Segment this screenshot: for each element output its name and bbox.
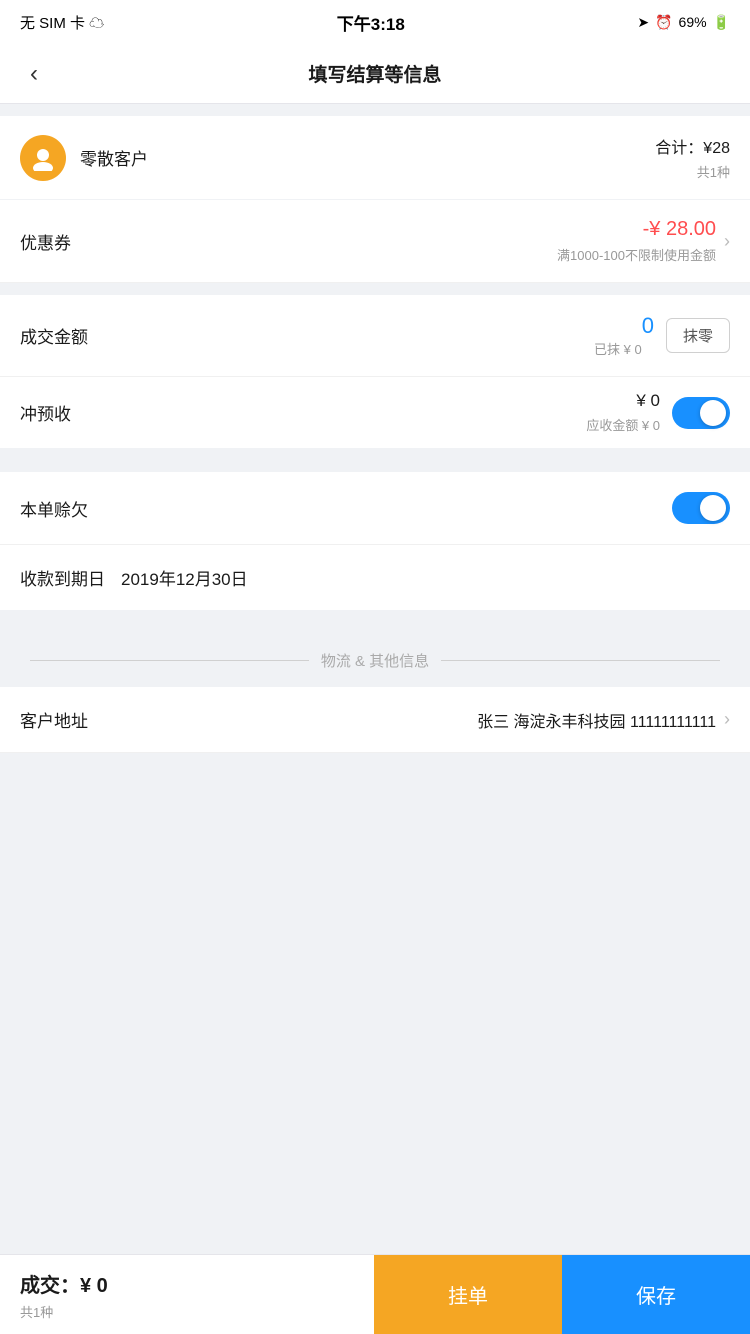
section-divider-2: [0, 448, 750, 460]
coupon-info: -¥ 28.00 满1000-100不限制使用金额: [557, 218, 716, 264]
section-divider-3: [0, 610, 750, 622]
debt-toggle-knob: [700, 495, 726, 521]
bottom-deal-count: 共1种: [20, 1302, 354, 1321]
debt-label: 本单赊欠: [20, 496, 88, 521]
battery-label: 69%: [679, 14, 707, 30]
address-chevron-icon: ›: [724, 709, 730, 730]
due-date-label: 收款到期日: [20, 565, 105, 590]
bottom-deal-value: ¥ 0: [80, 1275, 108, 1297]
toggle-knob: [700, 400, 726, 426]
precollect-row: 冲预收 ¥ 0 应收金额 ¥ 0: [0, 377, 750, 448]
customer-summary: 合计：¥28 共1种: [655, 134, 730, 181]
round-button[interactable]: 抹零: [666, 318, 730, 353]
bottom-info: 成交：¥ 0 共1种: [0, 1269, 374, 1321]
status-left: 无 SIM 卡 ☁: [20, 12, 104, 33]
precollect-label: 冲预收: [20, 400, 71, 425]
transaction-right: 已抹 ¥ 0 抹零: [594, 313, 730, 358]
debt-toggle[interactable]: [672, 492, 730, 524]
precollect-amounts: ¥ 0 应收金额 ¥ 0: [586, 391, 660, 434]
bottom-spacer-area: [0, 753, 750, 953]
bottom-bar: 成交：¥ 0 共1种 挂单 保存: [0, 1254, 750, 1334]
alarm-icon: ⏰: [655, 14, 672, 31]
coupon-label: 优惠券: [20, 229, 71, 254]
customer-card: 零散客户 合计：¥28 共1种: [0, 116, 750, 199]
back-button[interactable]: ‹: [20, 50, 48, 98]
location-icon: ➤: [637, 14, 649, 31]
page-title: 填写结算等信息: [308, 60, 441, 87]
status-right: ➤ ⏰ 69% 🔋: [637, 14, 730, 31]
coupon-right: -¥ 28.00 满1000-100不限制使用金额 ›: [557, 218, 730, 264]
transaction-input[interactable]: [594, 313, 654, 339]
bottom-deal-amount: 成交：¥ 0: [20, 1269, 354, 1298]
transaction-label: 成交金额: [20, 323, 88, 348]
transaction-value-wrapper: 已抹 ¥ 0: [594, 313, 654, 358]
due-date-row: 收款到期日 2019年12月30日: [0, 545, 750, 610]
coupon-description: 满1000-100不限制使用金额: [557, 245, 716, 264]
nav-bar: ‹ 填写结算等信息: [0, 44, 750, 104]
already-wiped-label: 已抹 ¥ 0: [594, 339, 654, 358]
address-row[interactable]: 客户地址 张三 海淀永丰科技园 11111111111 ›: [0, 687, 750, 753]
section-divider-1: [0, 283, 750, 295]
status-time: 下午3:18: [337, 10, 405, 35]
save-button[interactable]: 保存: [562, 1255, 750, 1334]
due-date-value: 2019年12月30日: [121, 565, 248, 590]
transaction-row: 成交金额 已抹 ¥ 0 抹零: [0, 295, 750, 377]
bottom-deal-label: 成交：: [20, 1275, 80, 1297]
chevron-right-icon: ›: [724, 231, 730, 252]
precollect-sub-amount: 应收金额 ¥ 0: [586, 415, 660, 434]
customer-total: 合计：¥28: [655, 134, 730, 158]
battery-icon: 🔋: [713, 14, 730, 31]
logistics-header-line: 物流 & 其他信息: [30, 650, 720, 671]
address-section: 客户地址 张三 海淀永丰科技园 11111111111 ›: [0, 687, 750, 753]
precollect-toggle[interactable]: [672, 397, 730, 429]
customer-count: 共1种: [655, 162, 730, 181]
debt-row: 本单赊欠: [0, 472, 750, 545]
avatar: [20, 135, 66, 181]
no-sim-label: 无 SIM 卡 ☁: [20, 12, 104, 33]
address-value: 张三 海淀永丰科技园 11111111111: [108, 708, 716, 732]
transaction-section: 成交金额 已抹 ¥ 0 抹零 冲预收 ¥ 0 应收金额 ¥ 0: [0, 295, 750, 448]
coupon-row[interactable]: 优惠券 -¥ 28.00 满1000-100不限制使用金额 ›: [0, 200, 750, 283]
precollect-main-amount: ¥ 0: [586, 391, 660, 411]
logistics-header-wrapper: 物流 & 其他信息: [0, 634, 750, 687]
precollect-right: ¥ 0 应收金额 ¥ 0: [586, 391, 730, 434]
customer-info-left: 零散客户: [20, 135, 148, 181]
address-label: 客户地址: [20, 707, 88, 732]
status-bar: 无 SIM 卡 ☁ 下午3:18 ➤ ⏰ 69% 🔋: [0, 0, 750, 44]
hang-button[interactable]: 挂单: [374, 1255, 562, 1334]
debt-section: 本单赊欠 收款到期日 2019年12月30日: [0, 472, 750, 610]
coupon-amount: -¥ 28.00: [557, 218, 716, 241]
logistics-section: 物流 & 其他信息: [0, 634, 750, 687]
logistics-title: 物流 & 其他信息: [321, 650, 429, 671]
customer-name: 零散客户: [80, 145, 148, 170]
